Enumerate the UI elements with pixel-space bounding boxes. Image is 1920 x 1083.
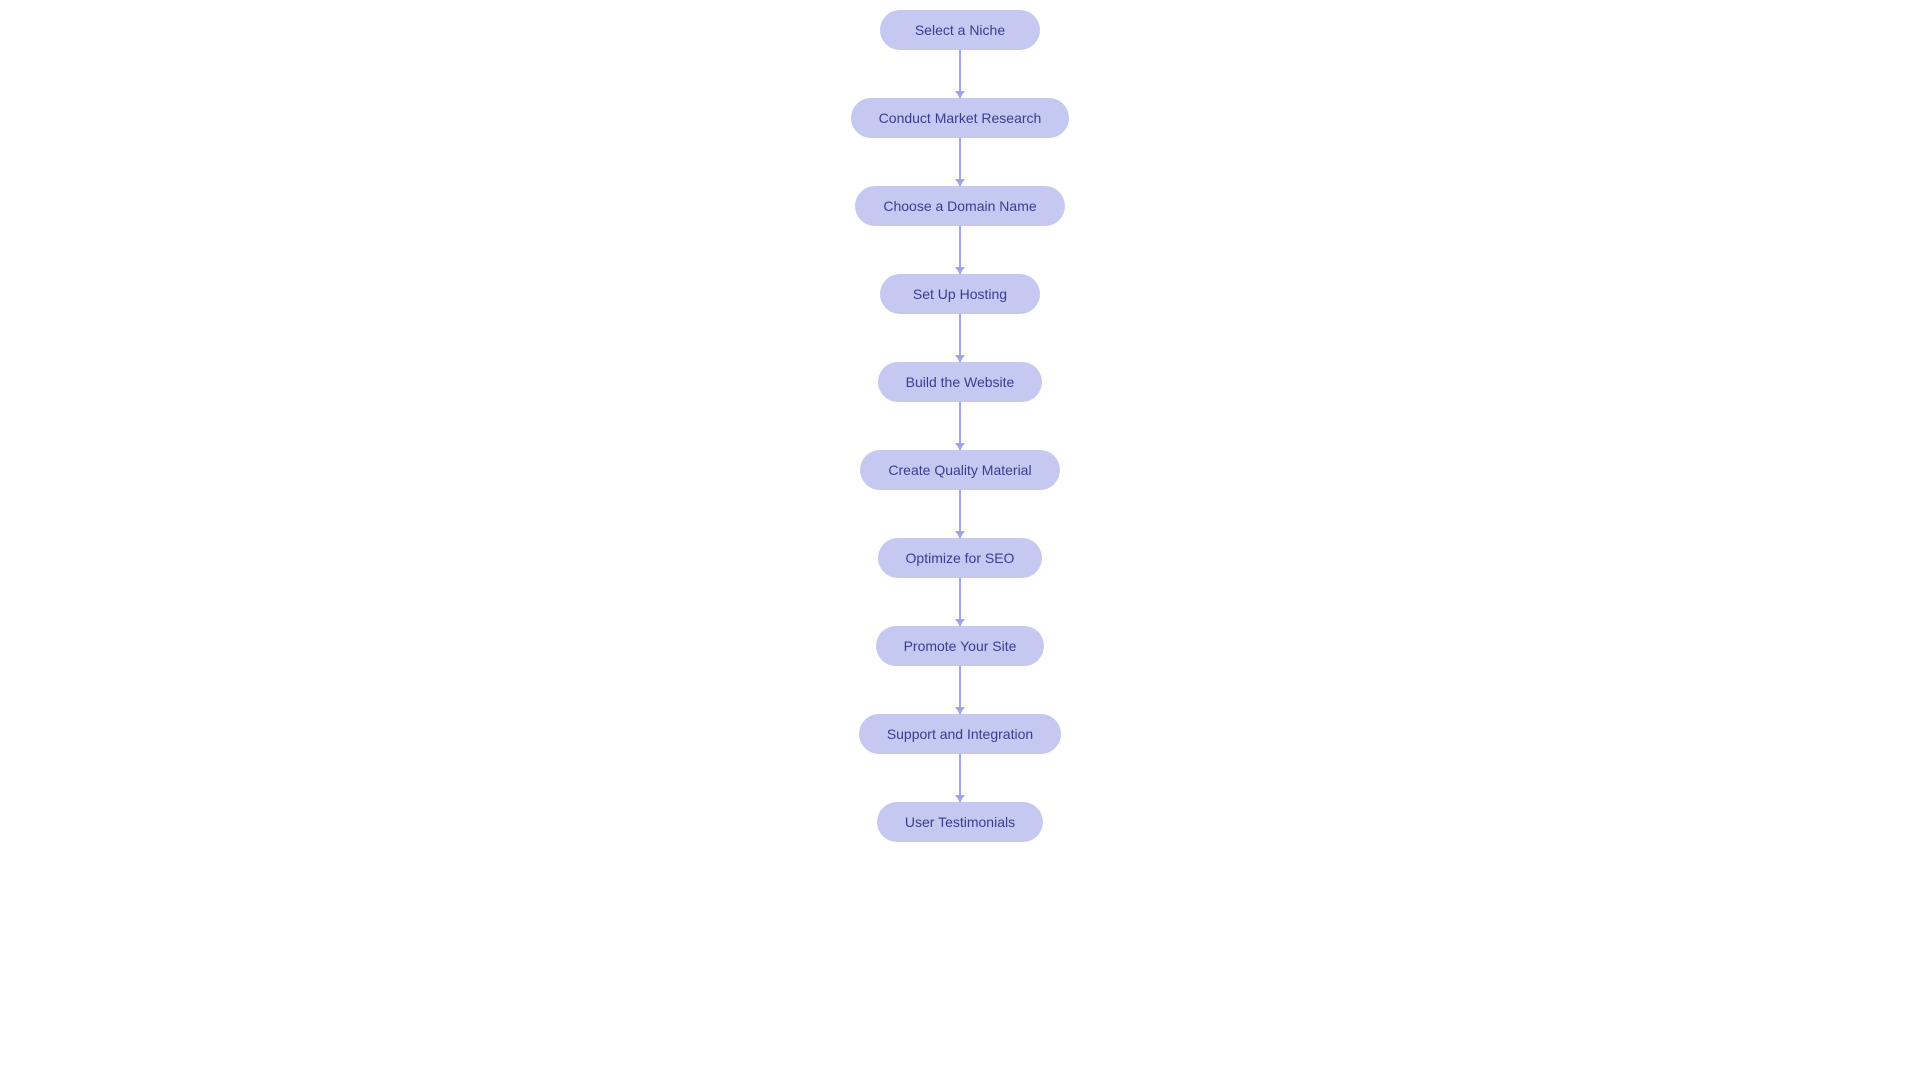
flowchart: Select a Niche Conduct Market Research Cho… [851, 10, 1070, 842]
flow-connector-0 [959, 50, 961, 98]
flow-connector-7 [959, 666, 961, 714]
flow-node-select-niche[interactable]: Select a Niche [880, 10, 1040, 50]
flow-connector-5 [959, 490, 961, 538]
flow-node-create-quality-material[interactable]: Create Quality Material [860, 450, 1059, 490]
flow-node-choose-domain-name[interactable]: Choose a Domain Name [855, 186, 1064, 226]
flow-connector-4 [959, 402, 961, 450]
flow-node-set-up-hosting[interactable]: Set Up Hosting [880, 274, 1040, 314]
flow-node-promote-your-site[interactable]: Promote Your Site [876, 626, 1045, 666]
flow-connector-3 [959, 314, 961, 362]
flow-node-user-testimonials[interactable]: User Testimonials [877, 802, 1043, 842]
flow-connector-1 [959, 138, 961, 186]
flow-node-build-the-website[interactable]: Build the Website [878, 362, 1043, 402]
flow-node-optimize-for-seo[interactable]: Optimize for SEO [878, 538, 1043, 578]
flow-connector-8 [959, 754, 961, 802]
flow-node-conduct-market-research[interactable]: Conduct Market Research [851, 98, 1070, 138]
flow-connector-2 [959, 226, 961, 274]
flow-connector-6 [959, 578, 961, 626]
flow-node-support-and-integration[interactable]: Support and Integration [859, 714, 1061, 754]
